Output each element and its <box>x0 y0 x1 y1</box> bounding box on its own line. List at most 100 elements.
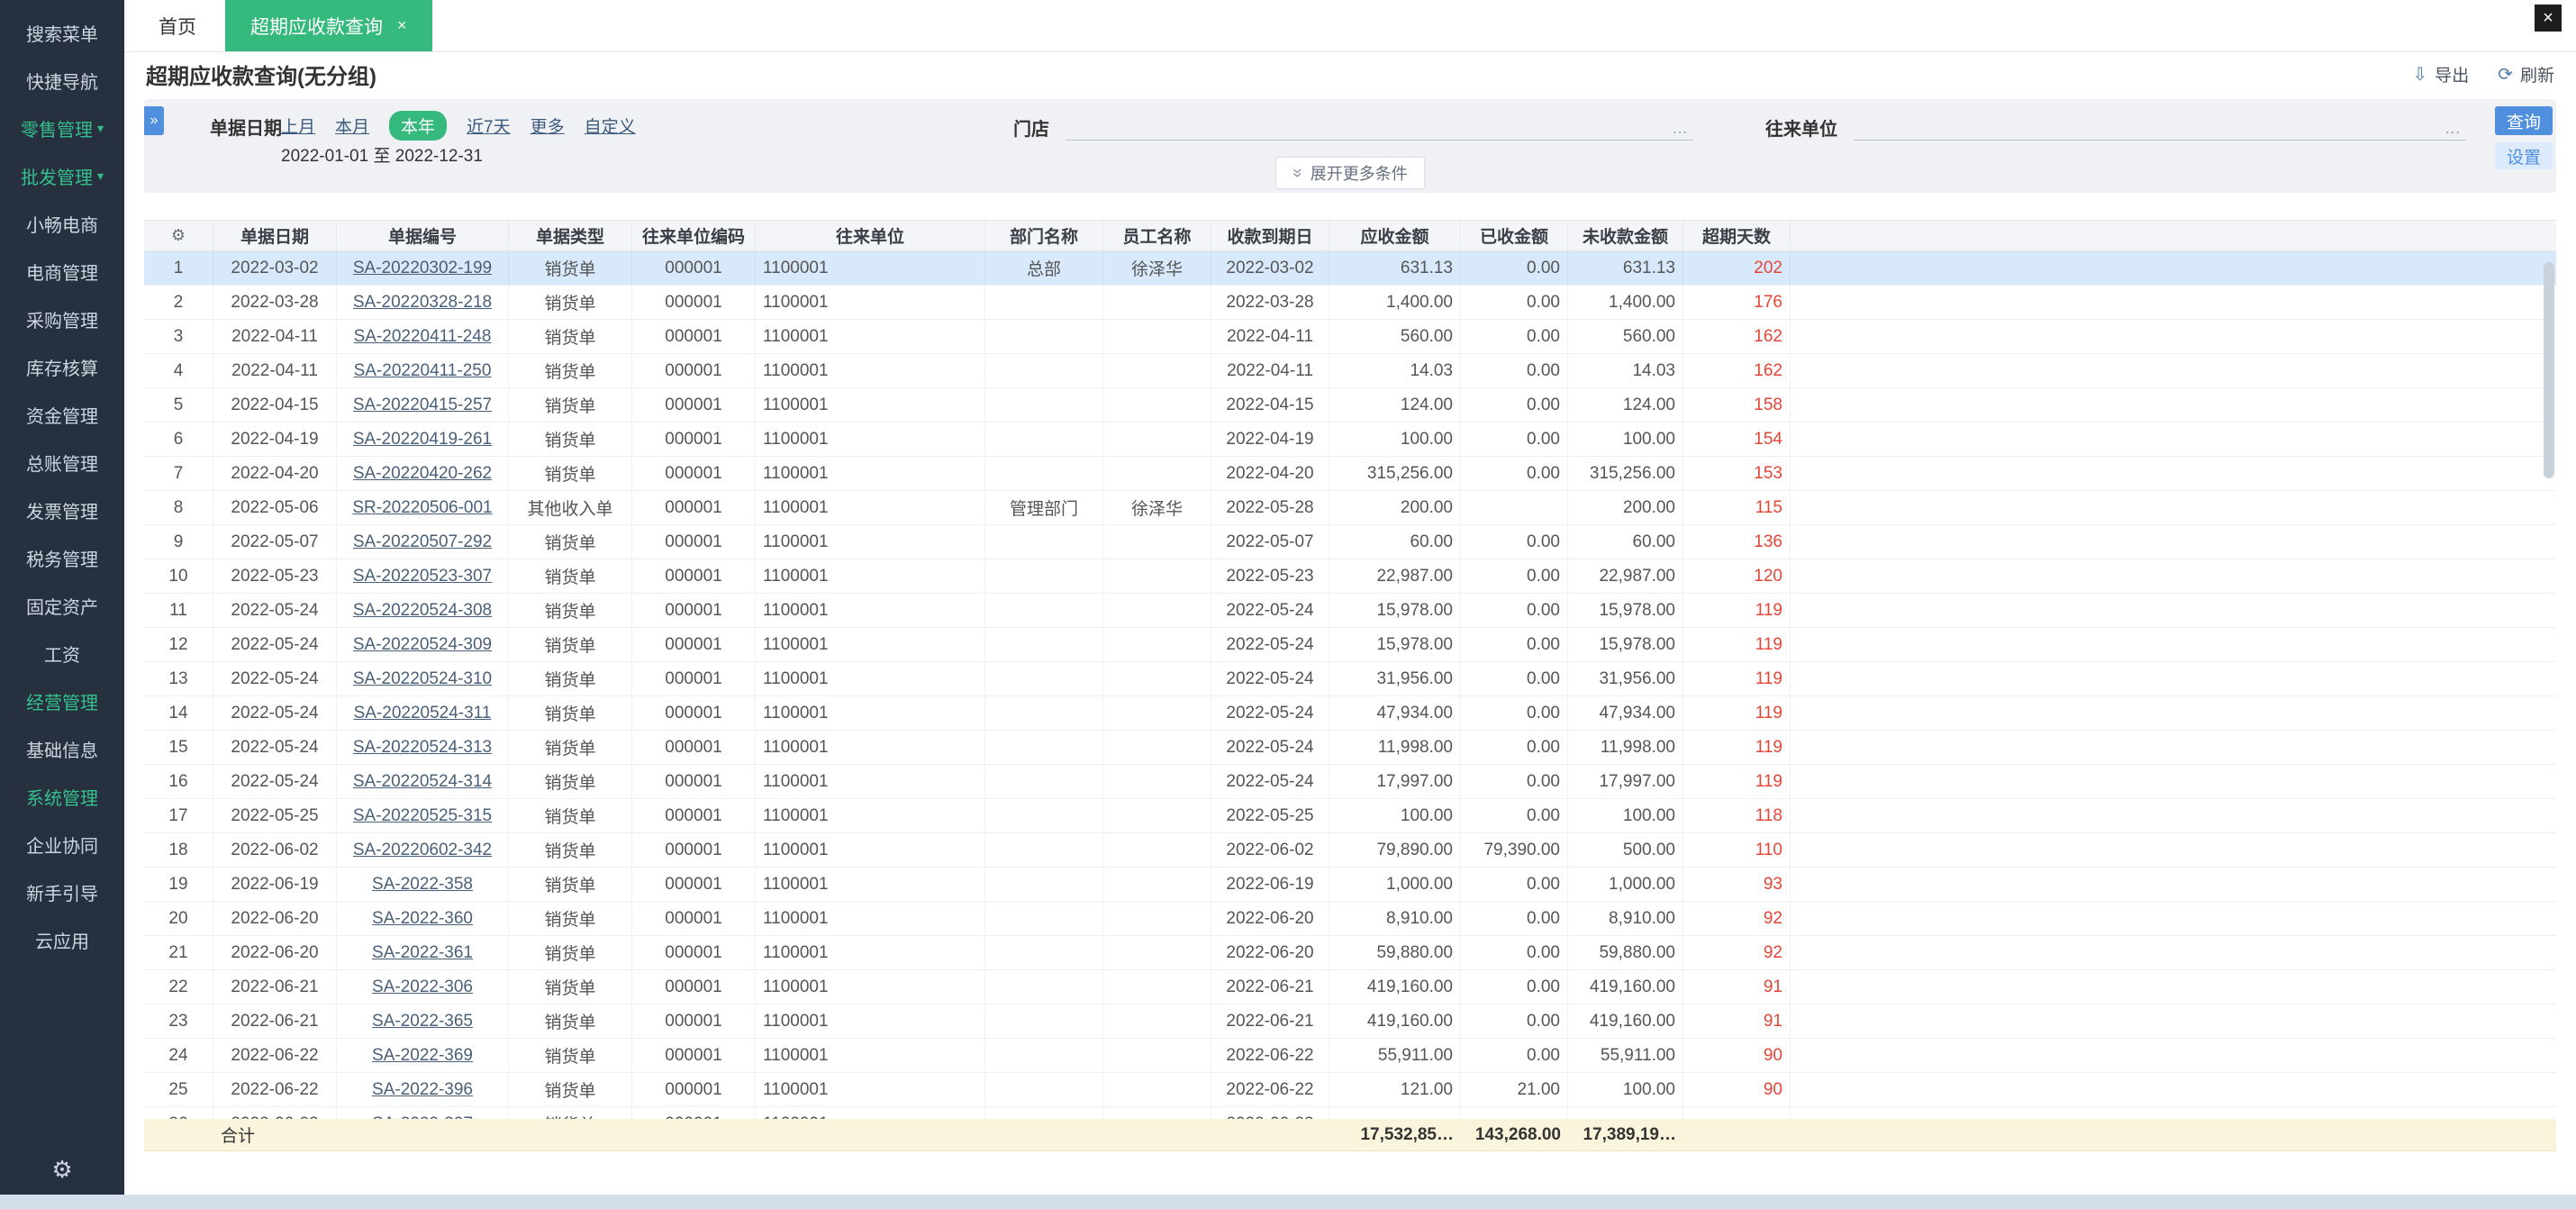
table-row[interactable]: 9 2022-05-07 SA-20220507-292 销货单 000001 11000… <box>144 525 2556 559</box>
cell-doc_no[interactable]: SA-20220523-307 <box>337 559 509 593</box>
store-lookup-icon[interactable]: … <box>1672 119 1690 138</box>
table-row[interactable]: 1 2022-03-02 SA-20220302-199 销货单 000001 11000… <box>144 251 2556 286</box>
document-link[interactable]: SA-20220524-308 <box>353 601 492 621</box>
document-link[interactable]: SA-2022-396 <box>372 1080 473 1100</box>
partner-lookup-icon[interactable]: … <box>2444 119 2463 138</box>
sidebar-item-3[interactable]: 批发管理 ▾ <box>0 152 124 200</box>
date-quick-option-1[interactable]: 本月 <box>335 114 369 138</box>
table-row[interactable]: 23 2022-06-21 SA-2022-365 销货单 000001 1100001 2… <box>144 1004 2556 1039</box>
settings-button[interactable]: 设置 <box>2495 142 2553 169</box>
cell-doc_no[interactable]: SA-2022-306 <box>337 970 509 1004</box>
cell-doc_no[interactable]: SA-20220524-308 <box>337 594 509 627</box>
expand-more-button[interactable]: « 展开更多条件 <box>1275 157 1425 189</box>
cell-doc_no[interactable]: SA-20220328-218 <box>337 286 509 319</box>
column-header-doc_no[interactable]: 单据编号 <box>337 221 509 250</box>
column-header-partner[interactable]: 往来单位 <box>756 221 985 250</box>
sidebar-item-13[interactable]: 工资 <box>0 630 124 677</box>
sidebar-item-15[interactable]: 基础信息 <box>0 725 124 773</box>
sidebar-item-19[interactable]: 云应用 <box>0 916 124 964</box>
cell-doc_no[interactable]: SA-20220302-199 <box>337 251 509 285</box>
column-header-dept[interactable]: 部门名称 <box>985 221 1103 250</box>
table-row[interactable]: 5 2022-04-15 SA-20220415-257 销货单 000001 11000… <box>144 388 2556 423</box>
table-row[interactable]: 3 2022-04-11 SA-20220411-248 销货单 000001 11000… <box>144 320 2556 354</box>
table-row[interactable]: 10 2022-05-23 SA-20220523-307 销货单 000001 1100… <box>144 559 2556 594</box>
cell-doc_no[interactable]: SA-20220419-261 <box>337 423 509 456</box>
cell-doc_no[interactable]: SA-20220411-248 <box>337 320 509 353</box>
tab-overdue-receivables-query[interactable]: 超期应收款查询 × <box>225 0 432 51</box>
document-link[interactable]: SA-20220524-309 <box>353 635 492 655</box>
sidebar-item-4[interactable]: 小畅电商 <box>0 200 124 248</box>
table-row[interactable]: 24 2022-06-22 SA-2022-369 销货单 000001 1100001 2… <box>144 1039 2556 1073</box>
refresh-button[interactable]: ⟳ 刷新 <box>2498 62 2554 86</box>
document-link[interactable]: SA-2022-365 <box>372 1012 473 1032</box>
cell-doc_no[interactable]: SA-20220411-250 <box>337 354 509 387</box>
column-header-received[interactable]: 已收金额 <box>1461 221 1568 250</box>
document-link[interactable]: SA-20220507-292 <box>353 532 492 552</box>
cell-doc_no[interactable]: SA-20220524-310 <box>337 662 509 695</box>
store-input[interactable]: … <box>1066 114 1693 141</box>
date-quick-option-2[interactable]: 本年 <box>389 111 448 141</box>
sidebar-item-6[interactable]: 采购管理 <box>0 295 124 343</box>
document-link[interactable]: SA-20220524-311 <box>354 704 492 723</box>
window-close-button[interactable]: × <box>2535 5 2562 32</box>
cell-doc_no[interactable]: SA-20220525-315 <box>337 799 509 832</box>
sidebar-item-2[interactable]: 零售管理 ▾ <box>0 105 124 152</box>
settings-gear-icon[interactable]: ⚙ <box>0 1156 124 1184</box>
document-link[interactable]: SA-20220419-261 <box>353 430 492 450</box>
document-link[interactable]: SA-2022-306 <box>372 977 473 997</box>
column-header-overdue[interactable]: 超期天数 <box>1683 221 1791 250</box>
column-header-doc_type[interactable]: 单据类型 <box>509 221 632 250</box>
tab-close-icon[interactable]: × <box>397 16 407 35</box>
sidebar-item-5[interactable]: 电商管理 <box>0 248 124 295</box>
cell-doc_no[interactable]: SA-2022-360 <box>337 902 509 935</box>
sidebar-item-17[interactable]: 企业协同 <box>0 821 124 868</box>
table-row[interactable]: 13 2022-05-24 SA-20220524-310 销货单 000001 1100… <box>144 662 2556 696</box>
date-quick-option-3[interactable]: 近7天 <box>467 114 511 138</box>
collapse-filters-button[interactable]: » <box>144 106 164 135</box>
sidebar-item-1[interactable]: 快捷导航 <box>0 57 124 105</box>
cell-doc_no[interactable]: SA-2022-361 <box>337 936 509 969</box>
column-header-doc_date[interactable]: 单据日期 <box>213 221 337 250</box>
tab-home[interactable]: 首页 <box>130 0 225 51</box>
sidebar-item-10[interactable]: 发票管理 <box>0 486 124 534</box>
sidebar-item-18[interactable]: 新手引导 <box>0 868 124 916</box>
column-header-due_date[interactable]: 收款到期日 <box>1211 221 1329 250</box>
sidebar-item-7[interactable]: 库存核算 <box>0 343 124 391</box>
document-link[interactable]: SA-2022-360 <box>372 909 473 929</box>
date-quick-option-0[interactable]: 上月 <box>281 114 315 138</box>
document-link[interactable]: SA-20220602-342 <box>353 841 492 860</box>
document-link[interactable]: SA-20220524-313 <box>353 738 492 758</box>
sidebar-item-14[interactable]: 经营管理 <box>0 677 124 725</box>
cell-doc_no[interactable]: SA-20220524-314 <box>337 765 509 798</box>
cell-doc_no[interactable]: SA-20220507-292 <box>337 525 509 559</box>
sidebar-item-16[interactable]: 系统管理 <box>0 773 124 821</box>
table-row[interactable]: 17 2022-05-25 SA-20220525-315 销货单 000001 1100… <box>144 799 2556 833</box>
table-row[interactable]: 8 2022-05-06 SR-20220506-001 其他收入单 000001 110… <box>144 491 2556 525</box>
cell-doc_no[interactable]: SA-2022-369 <box>337 1039 509 1072</box>
date-quick-option-5[interactable]: 自定义 <box>585 114 636 138</box>
date-range-value[interactable]: 2022-01-01 至 2022-12-31 <box>281 142 483 167</box>
document-link[interactable]: SA-2022-358 <box>372 875 473 895</box>
document-link[interactable]: SA-2022-361 <box>372 943 473 963</box>
document-link[interactable]: SA-20220524-310 <box>353 669 492 689</box>
column-settings-icon[interactable]: ⚙ <box>171 226 186 245</box>
column-header-receivable[interactable]: 应收金额 <box>1329 221 1461 250</box>
table-row[interactable]: 16 2022-05-24 SA-20220524-314 销货单 000001 1100… <box>144 765 2556 799</box>
cell-doc_no[interactable]: SA-20220602-342 <box>337 833 509 867</box>
table-row[interactable]: 15 2022-05-24 SA-20220524-313 销货单 000001 1100… <box>144 731 2556 765</box>
sidebar-item-12[interactable]: 固定资产 <box>0 582 124 630</box>
cell-doc_no[interactable]: SA-2022-365 <box>337 1004 509 1038</box>
sidebar-item-9[interactable]: 总账管理 <box>0 439 124 486</box>
table-row[interactable]: 12 2022-05-24 SA-20220524-309 销货单 000001 1100… <box>144 628 2556 662</box>
cell-doc_no[interactable]: SA-20220415-257 <box>337 388 509 422</box>
document-link[interactable]: SR-20220506-001 <box>352 498 492 518</box>
vertical-scrollbar[interactable] <box>2544 255 2554 1115</box>
scrollbar-thumb[interactable] <box>2544 262 2554 478</box>
table-row[interactable]: 2 2022-03-28 SA-20220328-218 销货单 000001 11000… <box>144 286 2556 320</box>
document-link[interactable]: SA-20220411-248 <box>354 327 492 347</box>
document-link[interactable]: SA-20220302-199 <box>353 259 492 278</box>
sidebar-item-8[interactable]: 资金管理 <box>0 391 124 439</box>
date-quick-option-4[interactable]: 更多 <box>531 114 565 138</box>
document-link[interactable]: SA-2022-397 <box>372 1114 473 1120</box>
table-row[interactable]: 20 2022-06-20 SA-2022-360 销货单 000001 1100001 2… <box>144 902 2556 936</box>
